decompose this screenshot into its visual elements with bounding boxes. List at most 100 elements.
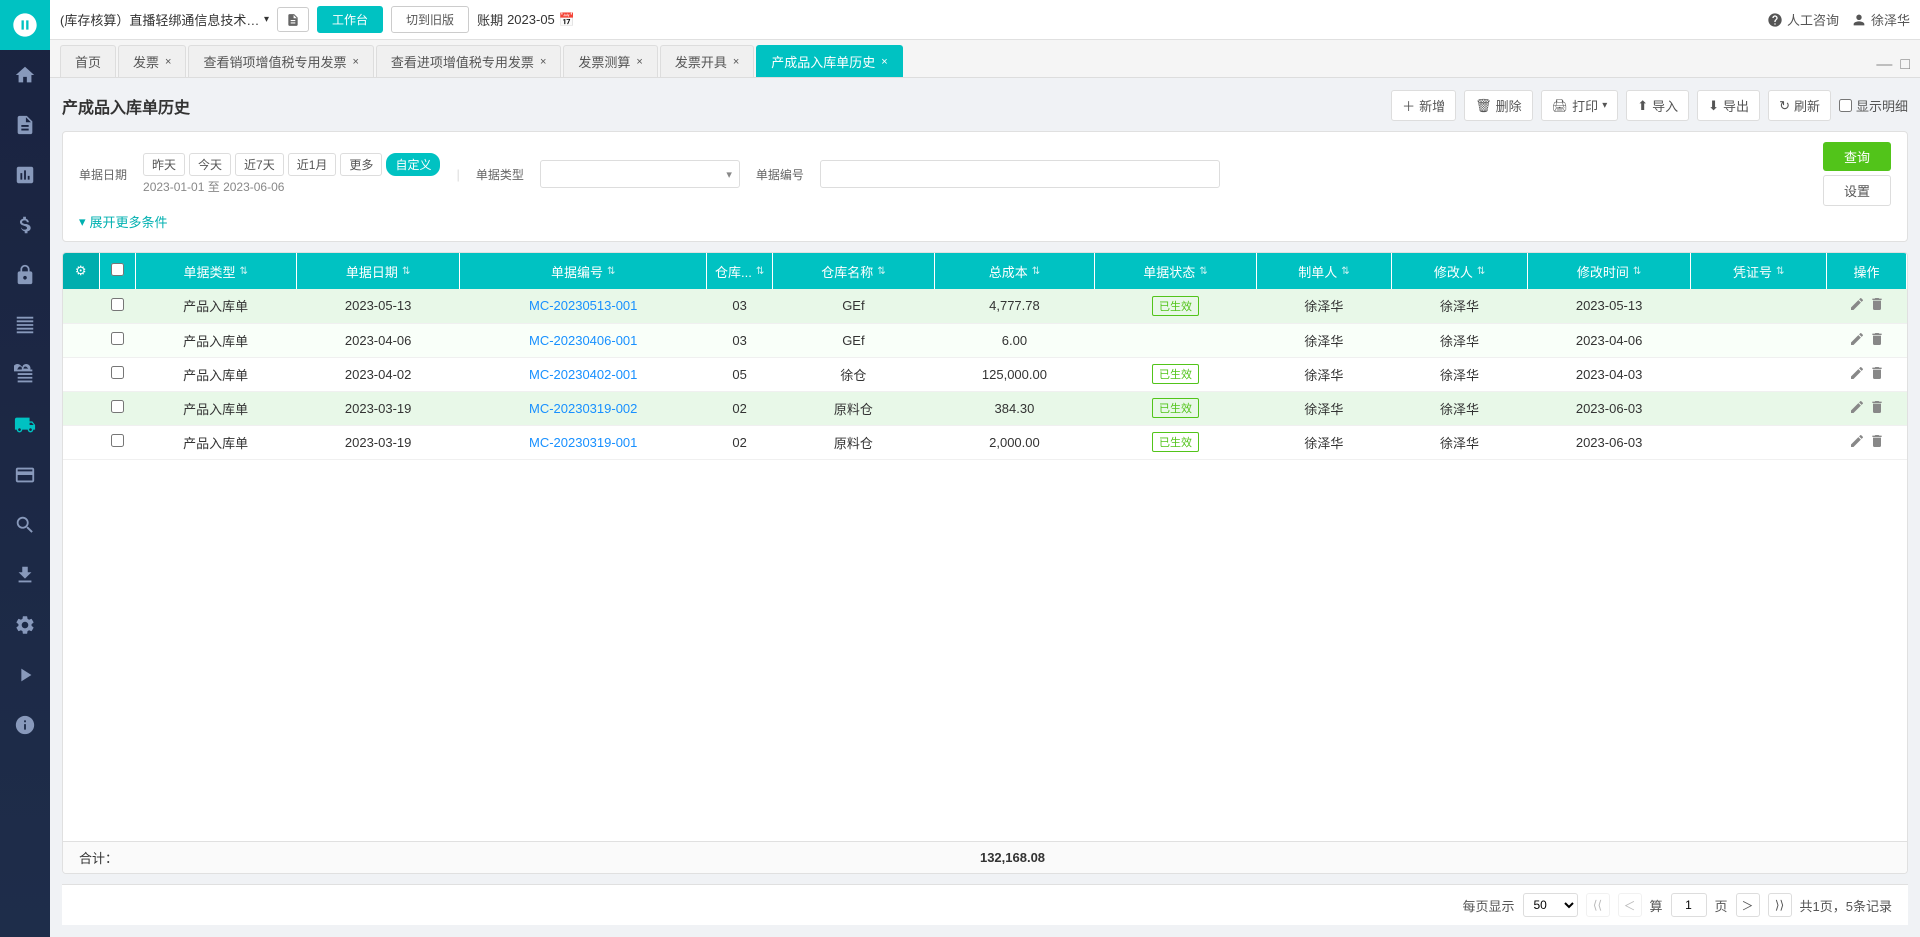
td-checkbox[interactable] xyxy=(99,425,135,459)
refresh-btn[interactable]: ↻ 刷新 xyxy=(1768,90,1831,121)
last-page-btn[interactable]: ⟩⟩ xyxy=(1768,893,1792,917)
page-input[interactable] xyxy=(1671,893,1707,917)
expand-filter-btn[interactable]: ▾ 展开更多条件 xyxy=(79,212,1891,231)
query-btn[interactable]: 查询 xyxy=(1823,142,1891,171)
tab-purchase-vat[interactable]: 查看进项增值税专用发票 × xyxy=(376,45,561,77)
setting-btn[interactable]: 设置 xyxy=(1823,175,1891,206)
th-type[interactable]: 单据类型⇅ xyxy=(135,253,296,289)
sidebar-item-version[interactable] xyxy=(0,700,50,750)
select-all-checkbox[interactable] xyxy=(111,263,124,276)
workbench-btn[interactable]: 工作台 xyxy=(317,6,383,33)
sidebar-item-doc[interactable] xyxy=(0,100,50,150)
tab-maximize-btn[interactable]: □ xyxy=(1900,56,1910,74)
th-settings[interactable]: ⚙ xyxy=(63,253,99,289)
td-checkbox[interactable] xyxy=(99,289,135,323)
th-checkbox[interactable] xyxy=(99,253,135,289)
period-selector[interactable]: 账期 2023-05 📅 xyxy=(477,10,575,29)
sidebar-item-play[interactable] xyxy=(0,650,50,700)
print-btn[interactable]: 🖨 打印 ▾ xyxy=(1541,90,1619,121)
td-checkbox[interactable] xyxy=(99,323,135,357)
tab-invoice[interactable]: 发票 × xyxy=(118,45,186,77)
sidebar-item-money[interactable] xyxy=(0,200,50,250)
th-modifier[interactable]: 修改人⇅ xyxy=(1392,253,1528,289)
tab-warehouse-history-close[interactable]: × xyxy=(881,56,887,68)
import-btn[interactable]: ⬆ 导入 xyxy=(1626,90,1689,121)
type-select[interactable] xyxy=(540,160,740,188)
th-number[interactable]: 单据编号⇅ xyxy=(460,253,707,289)
td-number[interactable]: MC-20230513-001 xyxy=(460,289,707,323)
td-number[interactable]: MC-20230406-001 xyxy=(460,323,707,357)
delete-row-btn[interactable] xyxy=(1869,399,1885,418)
row-checkbox[interactable] xyxy=(111,298,124,311)
number-input[interactable] xyxy=(820,160,1220,188)
row-checkbox[interactable] xyxy=(111,332,124,345)
sidebar-item-lock[interactable] xyxy=(0,250,50,300)
switch-old-btn[interactable]: 切到旧版 xyxy=(391,6,469,33)
sidebar-item-box[interactable] xyxy=(0,350,50,400)
delete-btn[interactable]: 🗑 删除 xyxy=(1464,90,1533,121)
tab-sales-vat[interactable]: 查看销项增值税专用发票 × xyxy=(188,45,373,77)
row-checkbox[interactable] xyxy=(111,434,124,447)
support-btn[interactable]: 人工咨询 xyxy=(1767,10,1839,29)
type-select-wrapper[interactable] xyxy=(540,160,740,188)
date-btn-today[interactable]: 今天 xyxy=(189,153,231,176)
delete-row-btn[interactable] xyxy=(1869,331,1885,350)
row-checkbox[interactable] xyxy=(111,366,124,379)
tab-invoice-calc[interactable]: 发票测算 × xyxy=(563,45,657,77)
delete-row-btn[interactable] xyxy=(1869,296,1885,315)
page-size-select[interactable]: 50 20 100 xyxy=(1523,893,1578,917)
th-modify-time[interactable]: 修改时间⇅ xyxy=(1527,253,1691,289)
sidebar-item-invoice[interactable] xyxy=(0,450,50,500)
sidebar-item-table[interactable] xyxy=(0,300,50,350)
tab-invoice-open[interactable]: 发票开具 × xyxy=(660,45,754,77)
new-btn[interactable]: ＋ 新增 xyxy=(1391,90,1456,121)
tab-invoice-close[interactable]: × xyxy=(165,56,171,68)
edit-btn[interactable] xyxy=(1849,365,1865,384)
td-number[interactable]: MC-20230319-002 xyxy=(460,391,707,425)
edit-btn[interactable] xyxy=(1849,331,1865,350)
prev-page-btn[interactable]: ＜ xyxy=(1618,893,1642,917)
export-btn[interactable]: ⬇ 导出 xyxy=(1697,90,1760,121)
tab-warehouse-history[interactable]: 产成品入库单历史 × xyxy=(756,45,902,77)
td-checkbox[interactable] xyxy=(99,391,135,425)
td-number[interactable]: MC-20230402-001 xyxy=(460,357,707,391)
date-btn-custom[interactable]: 自定义 xyxy=(386,153,440,176)
date-btn-7days[interactable]: 近7天 xyxy=(235,153,284,176)
td-number[interactable]: MC-20230319-001 xyxy=(460,425,707,459)
sidebar-item-settings[interactable] xyxy=(0,600,50,650)
edit-btn[interactable] xyxy=(1849,399,1865,418)
tab-home[interactable]: 首页 xyxy=(60,45,116,77)
tab-invoice-open-close[interactable]: × xyxy=(733,56,739,68)
th-status[interactable]: 单据状态⇅ xyxy=(1095,253,1256,289)
date-btn-yesterday[interactable]: 昨天 xyxy=(143,153,185,176)
tab-invoice-calc-close[interactable]: × xyxy=(636,56,642,68)
sidebar-item-home[interactable] xyxy=(0,50,50,100)
date-btn-more[interactable]: 更多 xyxy=(340,153,382,176)
edit-btn[interactable] xyxy=(1849,433,1865,452)
sidebar-item-chart[interactable] xyxy=(0,150,50,200)
company-selector[interactable]: (库存核算）直播轻绑通信息技术股份... ▾ xyxy=(60,10,269,29)
sidebar-item-download[interactable] xyxy=(0,550,50,600)
edit-btn[interactable] xyxy=(1849,296,1865,315)
td-checkbox[interactable] xyxy=(99,357,135,391)
tab-restore-btn[interactable]: — xyxy=(1876,56,1892,74)
th-wh-name[interactable]: 仓库名称⇅ xyxy=(773,253,934,289)
sidebar-item-warehouse[interactable] xyxy=(0,400,50,450)
tab-purchase-vat-close[interactable]: × xyxy=(540,56,546,68)
row-checkbox[interactable] xyxy=(111,400,124,413)
show-detail-toggle[interactable]: 显示明细 xyxy=(1839,96,1908,115)
first-page-btn[interactable]: ⟨⟨ xyxy=(1586,893,1610,917)
user-avatar-area[interactable]: 徐泽华 xyxy=(1851,10,1910,29)
th-voucher[interactable]: 凭证号⇅ xyxy=(1691,253,1827,289)
tab-sales-vat-close[interactable]: × xyxy=(352,56,358,68)
th-cost[interactable]: 总成本⇅ xyxy=(934,253,1095,289)
delete-row-btn[interactable] xyxy=(1869,433,1885,452)
delete-row-btn[interactable] xyxy=(1869,365,1885,384)
doc-btn[interactable] xyxy=(277,7,309,32)
sidebar-item-search[interactable] xyxy=(0,500,50,550)
th-date[interactable]: 单据日期⇅ xyxy=(296,253,460,289)
th-creator[interactable]: 制单人⇅ xyxy=(1256,253,1392,289)
show-detail-checkbox[interactable] xyxy=(1839,99,1852,112)
next-page-btn[interactable]: ＞ xyxy=(1736,893,1760,917)
date-btn-1month[interactable]: 近1月 xyxy=(288,153,337,176)
